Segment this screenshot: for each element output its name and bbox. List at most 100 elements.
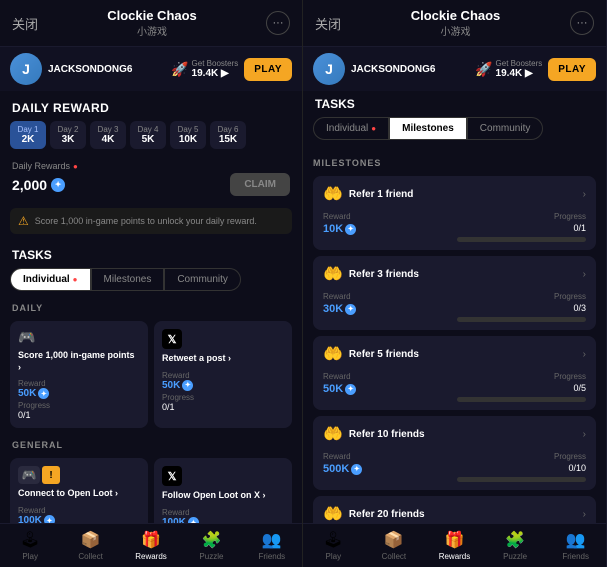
milestone-3-title-row: 🤲 Refer 5 friends › <box>323 344 586 364</box>
task-connect-reward-label: Reward <box>18 506 140 515</box>
right-nav-friends[interactable]: 👥 Friends <box>545 524 606 567</box>
milestone-2-reward-col: Reward 30K ✦ <box>323 292 453 322</box>
task-retweet[interactable]: 𝕏 Retweet a post › Reward 50K ✦ Progress… <box>154 321 292 428</box>
daily-reward-title: DAILY REWARD <box>0 91 302 121</box>
left-boost-button[interactable]: 🚀 Get Boosters 19.4K ▶ <box>171 59 238 79</box>
general-tasks-label: GENERAL <box>0 436 302 454</box>
milestone-refer-5[interactable]: 🤲 Refer 5 friends › Reward 50K ✦ Progres… <box>313 336 596 410</box>
milestone-3-progress-value: 0/5 <box>457 383 587 393</box>
milestone-4-reward-value: 500K ✦ <box>323 463 453 475</box>
right-tab-community[interactable]: Community <box>467 117 544 140</box>
tab-community[interactable]: Community <box>164 268 241 291</box>
right-play-nav-label: Play <box>326 552 342 561</box>
left-username: JACKSONDONG6 <box>48 64 165 75</box>
right-play-button[interactable]: PLAY <box>548 58 596 81</box>
gamepad-icon-2: 🎮 <box>18 466 40 484</box>
milestone-1-progress-bar <box>457 237 587 242</box>
left-nav-friends[interactable]: 👥 Friends <box>242 524 302 567</box>
left-nav-play[interactable]: 🕹 Play <box>0 524 60 567</box>
day-4-value: 5K <box>136 134 160 145</box>
task-follow-x[interactable]: 𝕏 Follow Open Loot on X › Reward 100K ✦ … <box>154 458 292 523</box>
left-boost-label: Get Boosters <box>192 59 239 68</box>
milestones-section: MILESTONES 🤲 Refer 1 friend › Reward 10K… <box>303 148 606 523</box>
day-3-value: 4K <box>96 134 120 145</box>
task-score-progress-value: 0/1 <box>18 410 140 420</box>
milestone-4-title-row: 🤲 Refer 10 friends › <box>323 424 586 444</box>
daily-reward-amount: 2,000 ✦ <box>12 177 65 193</box>
right-boost-button[interactable]: 🚀 Get Boosters 19.4K ▶ <box>475 59 542 79</box>
milestone-2-coin: ✦ <box>345 304 356 315</box>
left-nav-rewards[interactable]: 🎁 Rewards <box>121 524 181 567</box>
coin-icon-4: ✦ <box>44 515 55 523</box>
left-nav-collect[interactable]: 📦 Collect <box>60 524 120 567</box>
milestone-3-progress-col: Progress 0/5 <box>457 372 587 402</box>
coin-icon: ✦ <box>51 178 65 192</box>
right-nav-puzzle[interactable]: 🧩 Puzzle <box>485 524 546 567</box>
tab-milestones[interactable]: Milestones <box>91 268 165 291</box>
task-retweet-reward-label: Reward <box>162 371 284 380</box>
daily-tasks-label: DAILY <box>0 299 302 317</box>
day-card-5: Day 5 10K <box>170 121 206 149</box>
right-user-bar: J JACKSONDONG6 🚀 Get Boosters 19.4K ▶ PL… <box>303 47 606 91</box>
right-more-button[interactable]: ··· <box>570 11 594 35</box>
left-tabs: Individual ● Milestones Community <box>0 268 302 299</box>
task-score-title: Score 1,000 in-game points › <box>18 350 140 373</box>
left-close-button[interactable]: 关闭 <box>12 14 38 33</box>
milestone-4-progress-col: Progress 0/10 <box>457 452 587 482</box>
right-tab-individual[interactable]: Individual ● <box>313 117 389 140</box>
day-card-2: Day 2 3K <box>50 121 86 149</box>
milestone-2-title: Refer 3 friends <box>349 269 577 280</box>
task-connect-loot[interactable]: 🎮 ! Connect to Open Loot › Reward 100K ✦… <box>10 458 148 523</box>
day-2-label: Day 2 <box>56 125 80 134</box>
left-header: 关闭 Clockie Chaos 小游戏 ··· <box>0 0 302 47</box>
day-3-label: Day 3 <box>96 125 120 134</box>
collect-nav-label: Collect <box>78 552 102 561</box>
claim-button[interactable]: CLAIM <box>230 173 290 196</box>
milestone-1-progress-value: 0/1 <box>457 223 587 233</box>
task-retweet-title: Retweet a post › <box>162 353 284 365</box>
right-tab-milestones[interactable]: Milestones <box>389 117 467 140</box>
milestone-refer-10[interactable]: 🤲 Refer 10 friends › Reward 500K ✦ Progr… <box>313 416 596 490</box>
milestone-3-arrow: › <box>583 349 586 360</box>
milestone-1-progress-label: Progress <box>457 212 587 221</box>
right-nav-rewards[interactable]: 🎁 Rewards <box>424 524 485 567</box>
collect-nav-icon: 📦 <box>81 530 101 550</box>
right-nav-play[interactable]: 🕹 Play <box>303 524 364 567</box>
milestone-2-progress-value: 0/3 <box>457 303 587 313</box>
milestone-1-title: Refer 1 friend <box>349 189 577 200</box>
milestone-4-reward-label: Reward <box>323 452 453 461</box>
task-connect-reward-value: 100K ✦ <box>18 515 140 523</box>
milestone-5-title-row: 🤲 Refer 20 friends › <box>323 504 586 523</box>
left-play-button[interactable]: PLAY <box>244 58 292 81</box>
gamepad-task-icon: 🎮 <box>18 329 140 346</box>
rewards-nav-icon: 🎁 <box>141 530 161 550</box>
daily-reward-info: Daily Rewards ● 2,000 ✦ CLAIM <box>0 157 302 204</box>
friends-nav-label: Friends <box>258 552 285 561</box>
task-score-reward-value: 50K ✦ <box>18 388 140 399</box>
task-score-reward-label: Reward <box>18 379 140 388</box>
right-close-button[interactable]: 关闭 <box>315 14 341 33</box>
left-more-button[interactable]: ··· <box>266 11 290 35</box>
milestone-3-reward-value: 50K ✦ <box>323 383 453 395</box>
milestone-3-details: Reward 50K ✦ Progress 0/5 <box>323 372 586 402</box>
day-card-4: Day 4 5K <box>130 121 166 149</box>
right-play-nav-icon: 🕹 <box>323 530 343 550</box>
milestone-refer-20[interactable]: 🤲 Refer 20 friends › Reward --- Progress… <box>313 496 596 523</box>
play-nav-label: Play <box>22 552 38 561</box>
tab-individual[interactable]: Individual ● <box>10 268 91 291</box>
left-content: DAILY REWARD Day 1 2K Day 2 3K Day 3 4K … <box>0 91 302 523</box>
task-follow-title: Follow Open Loot on X › <box>162 490 284 502</box>
milestone-2-details: Reward 30K ✦ Progress 0/3 <box>323 292 586 322</box>
milestone-3-reward-col: Reward 50K ✦ <box>323 372 453 402</box>
task-score-points[interactable]: 🎮 Score 1,000 in-game points › Reward 50… <box>10 321 148 428</box>
left-nav-puzzle[interactable]: 🧩 Puzzle <box>181 524 241 567</box>
right-nav-collect[interactable]: 📦 Collect <box>364 524 425 567</box>
milestone-refer-1[interactable]: 🤲 Refer 1 friend › Reward 10K ✦ Progress <box>313 176 596 250</box>
milestone-2-arrow: › <box>583 269 586 280</box>
day-5-value: 10K <box>176 134 200 145</box>
right-individual-tab-dot: ● <box>371 124 376 133</box>
milestone-refer-3[interactable]: 🤲 Refer 3 friends › Reward 30K ✦ Progres… <box>313 256 596 330</box>
coin-icon-3: ✦ <box>182 380 193 391</box>
milestone-2-progress-bar <box>457 317 587 322</box>
milestone-2-icon: 🤲 <box>323 264 343 284</box>
